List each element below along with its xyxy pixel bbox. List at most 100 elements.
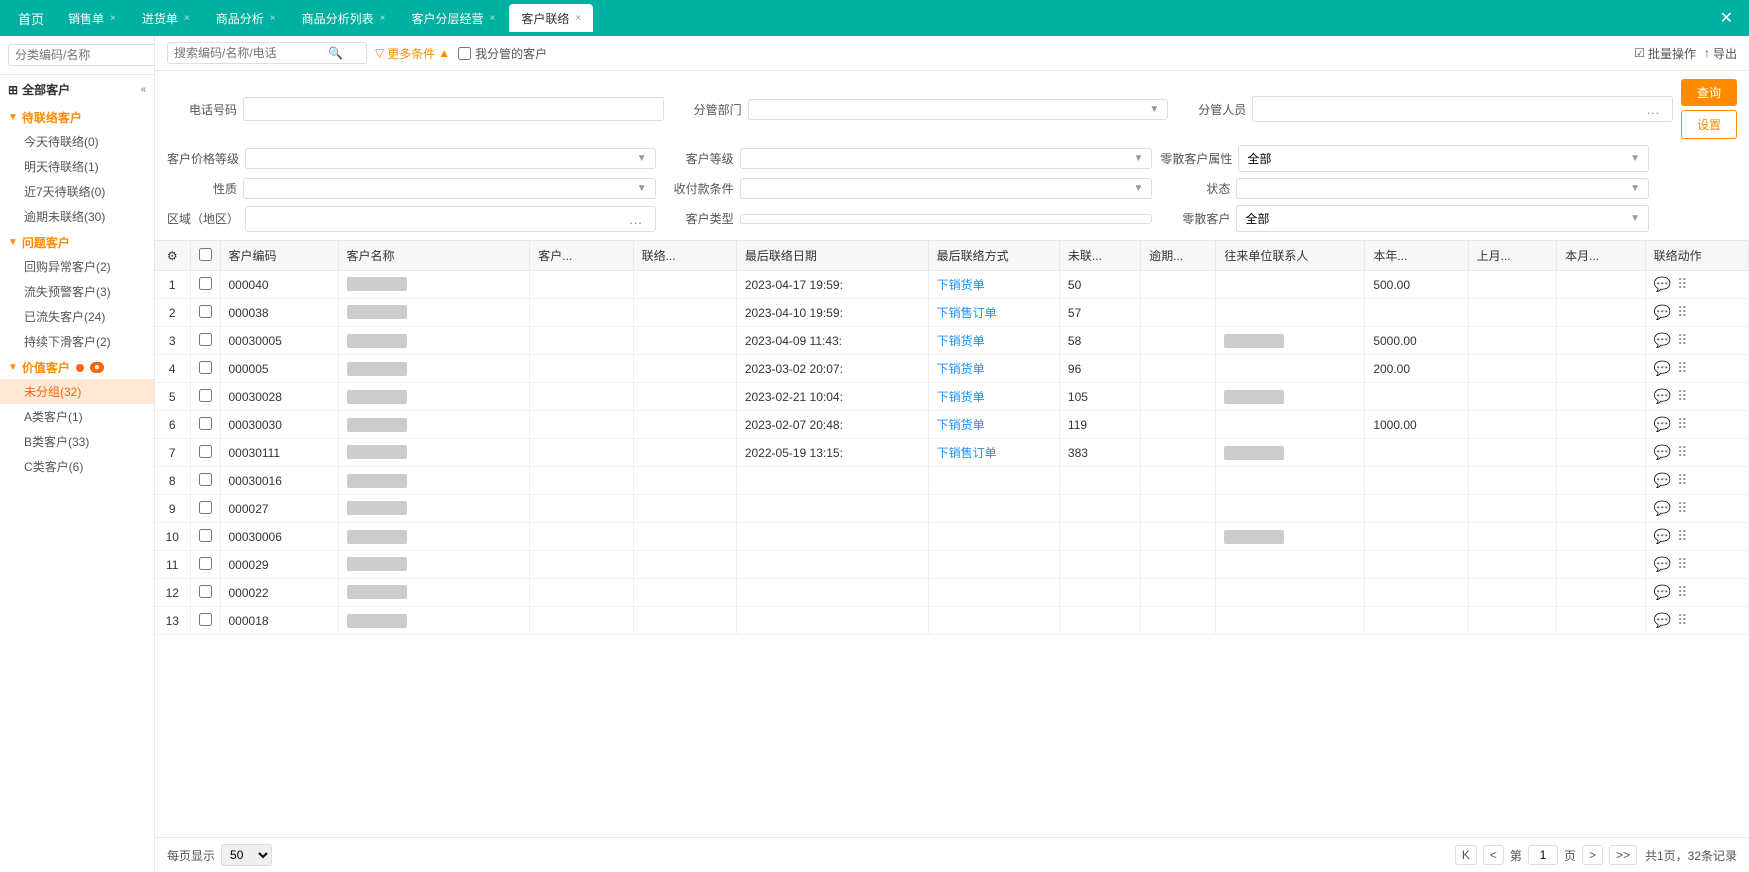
my-customers-check[interactable] xyxy=(458,47,471,60)
filter-search-box[interactable]: 🔍 xyxy=(167,42,367,64)
filter-search-input[interactable] xyxy=(174,46,324,60)
th-checkbox[interactable] xyxy=(190,241,220,271)
grid-action-icon[interactable]: ⠿ xyxy=(1677,332,1687,349)
more-icon[interactable]: … xyxy=(1642,101,1664,117)
grid-action-icon[interactable]: ⠿ xyxy=(1677,444,1687,461)
price-level-select[interactable]: ▼ xyxy=(245,148,656,169)
contact-method-link[interactable]: 下销售订单 xyxy=(937,306,997,320)
contact-method-link[interactable]: 下销货单 xyxy=(937,334,985,348)
export-button[interactable]: ↑ 导出 xyxy=(1704,45,1737,62)
tab-product-analysis[interactable]: 商品分析 × xyxy=(204,4,288,32)
tab-purchase-order[interactable]: 进货单 × xyxy=(130,4,202,32)
more-conditions-button[interactable]: ▽ 更多条件 ▲ xyxy=(375,45,450,62)
sidebar-item-ungrouped[interactable]: 未分组(32) xyxy=(0,379,154,404)
close-icon[interactable]: × xyxy=(380,13,386,24)
row-checkbox[interactable] xyxy=(199,613,212,626)
contact-method-link[interactable]: 下销货单 xyxy=(937,362,985,376)
last-page-button[interactable]: >> xyxy=(1609,845,1637,865)
message-icon[interactable]: 💬 xyxy=(1654,528,1671,545)
th-settings[interactable]: ⚙ xyxy=(155,241,190,271)
message-icon[interactable]: 💬 xyxy=(1654,360,1671,377)
search-icon[interactable]: 🔍 xyxy=(328,46,343,60)
next-page-button[interactable]: > xyxy=(1582,845,1603,865)
message-icon[interactable]: 💬 xyxy=(1654,584,1671,601)
sidebar-item-lost[interactable]: 已流失客户(24) xyxy=(0,304,154,329)
sidebar-item-today[interactable]: 今天待联络(0) xyxy=(0,129,154,154)
customer-level-select[interactable]: ▼ xyxy=(740,148,1153,169)
sidebar-item-a-class[interactable]: A类客户(1) xyxy=(0,404,154,429)
message-icon[interactable]: 💬 xyxy=(1654,612,1671,629)
message-icon[interactable]: 💬 xyxy=(1654,276,1671,293)
message-icon[interactable]: 💬 xyxy=(1654,500,1671,517)
sidebar-item-b-class[interactable]: B类客户(33) xyxy=(0,429,154,454)
sidebar-item-churn-warning[interactable]: 流失预警客户(3) xyxy=(0,279,154,304)
message-icon[interactable]: 💬 xyxy=(1654,444,1671,461)
person-select[interactable]: … xyxy=(1252,96,1673,122)
customer-type-select[interactable] xyxy=(740,214,1153,224)
message-icon[interactable]: 💬 xyxy=(1654,304,1671,321)
close-all-button[interactable]: ✕ xyxy=(1712,8,1741,28)
payment-select[interactable]: ▼ xyxy=(740,178,1153,199)
tab-customer-contact[interactable]: 客户联络 × xyxy=(509,4,593,32)
sidebar-item-declining[interactable]: 持续下滑客户(2) xyxy=(0,329,154,354)
sidebar-value-section[interactable]: ▼ 价值客户 ● xyxy=(0,354,154,379)
sidebar-pending-contact-section[interactable]: ▼ 待联络客户 xyxy=(0,104,154,129)
status-select[interactable]: ▼ xyxy=(1236,178,1649,199)
row-checkbox[interactable] xyxy=(199,529,212,542)
close-icon[interactable]: × xyxy=(110,13,116,24)
sidebar-item-abnormal-repurchase[interactable]: 回购异常客户(2) xyxy=(0,254,154,279)
message-icon[interactable]: 💬 xyxy=(1654,388,1671,405)
grid-action-icon[interactable]: ⠿ xyxy=(1677,584,1687,601)
close-icon[interactable]: × xyxy=(489,13,495,24)
row-checkbox[interactable] xyxy=(199,305,212,318)
select-all-checkbox[interactable] xyxy=(199,248,212,261)
row-checkbox[interactable] xyxy=(199,361,212,374)
grid-action-icon[interactable]: ⠿ xyxy=(1677,612,1687,629)
sidebar-all-customers[interactable]: ⊞ 全部客户 « xyxy=(0,75,154,104)
tab-sales-order[interactable]: 销售单 × xyxy=(56,4,128,32)
tab-product-analysis-list[interactable]: 商品分析列表 × xyxy=(290,4,398,32)
home-tab[interactable]: 首页 xyxy=(8,9,54,28)
grid-action-icon[interactable]: ⠿ xyxy=(1677,472,1687,489)
message-icon[interactable]: 💬 xyxy=(1654,416,1671,433)
grid-action-icon[interactable]: ⠿ xyxy=(1677,556,1687,573)
query-button[interactable]: 查询 xyxy=(1681,79,1737,106)
row-checkbox[interactable] xyxy=(199,473,212,486)
retail-attr-select[interactable]: 全部 ▼ xyxy=(1238,145,1649,172)
prev-page-button[interactable]: < xyxy=(1483,845,1504,865)
dept-select[interactable]: ▼ xyxy=(748,99,1169,120)
region-select[interactable]: … xyxy=(245,206,656,232)
reset-button[interactable]: 设置 xyxy=(1681,110,1737,139)
close-icon[interactable]: × xyxy=(575,13,581,24)
page-number-input[interactable] xyxy=(1528,845,1558,865)
sidebar-item-tomorrow[interactable]: 明天待联络(1) xyxy=(0,154,154,179)
first-page-button[interactable]: K xyxy=(1455,845,1477,865)
grid-action-icon[interactable]: ⠿ xyxy=(1677,276,1687,293)
message-icon[interactable]: 💬 xyxy=(1654,332,1671,349)
row-checkbox[interactable] xyxy=(199,389,212,402)
batch-op-button[interactable]: ☑ 批量操作 xyxy=(1634,45,1696,62)
contact-method-link[interactable]: 下销货单 xyxy=(937,418,985,432)
grid-action-icon[interactable]: ⠿ xyxy=(1677,304,1687,321)
sidebar-search-input[interactable] xyxy=(8,44,155,66)
contact-method-link[interactable]: 下销售订单 xyxy=(937,446,997,460)
contact-method-link[interactable]: 下销货单 xyxy=(937,390,985,404)
grid-action-icon[interactable]: ⠿ xyxy=(1677,388,1687,405)
row-checkbox[interactable] xyxy=(199,277,212,290)
row-checkbox[interactable] xyxy=(199,445,212,458)
sidebar-problem-section[interactable]: ▼ 问题客户 xyxy=(0,229,154,254)
grid-action-icon[interactable]: ⠿ xyxy=(1677,528,1687,545)
row-checkbox[interactable] xyxy=(199,557,212,570)
nature-select[interactable]: ▼ xyxy=(243,178,656,199)
phone-input[interactable] xyxy=(243,97,664,121)
my-customers-checkbox[interactable]: 我分管的客户 xyxy=(458,45,547,62)
row-checkbox[interactable] xyxy=(199,417,212,430)
row-checkbox[interactable] xyxy=(199,585,212,598)
sidebar-item-7days[interactable]: 近7天待联络(0) xyxy=(0,179,154,204)
message-icon[interactable]: 💬 xyxy=(1654,556,1671,573)
sidebar-item-overdue[interactable]: 逾期未联络(30) xyxy=(0,204,154,229)
more-icon[interactable]: … xyxy=(625,211,647,227)
tab-customer-stratification[interactable]: 客户分层经营 × xyxy=(399,4,507,32)
close-icon[interactable]: × xyxy=(270,13,276,24)
message-icon[interactable]: 💬 xyxy=(1654,472,1671,489)
